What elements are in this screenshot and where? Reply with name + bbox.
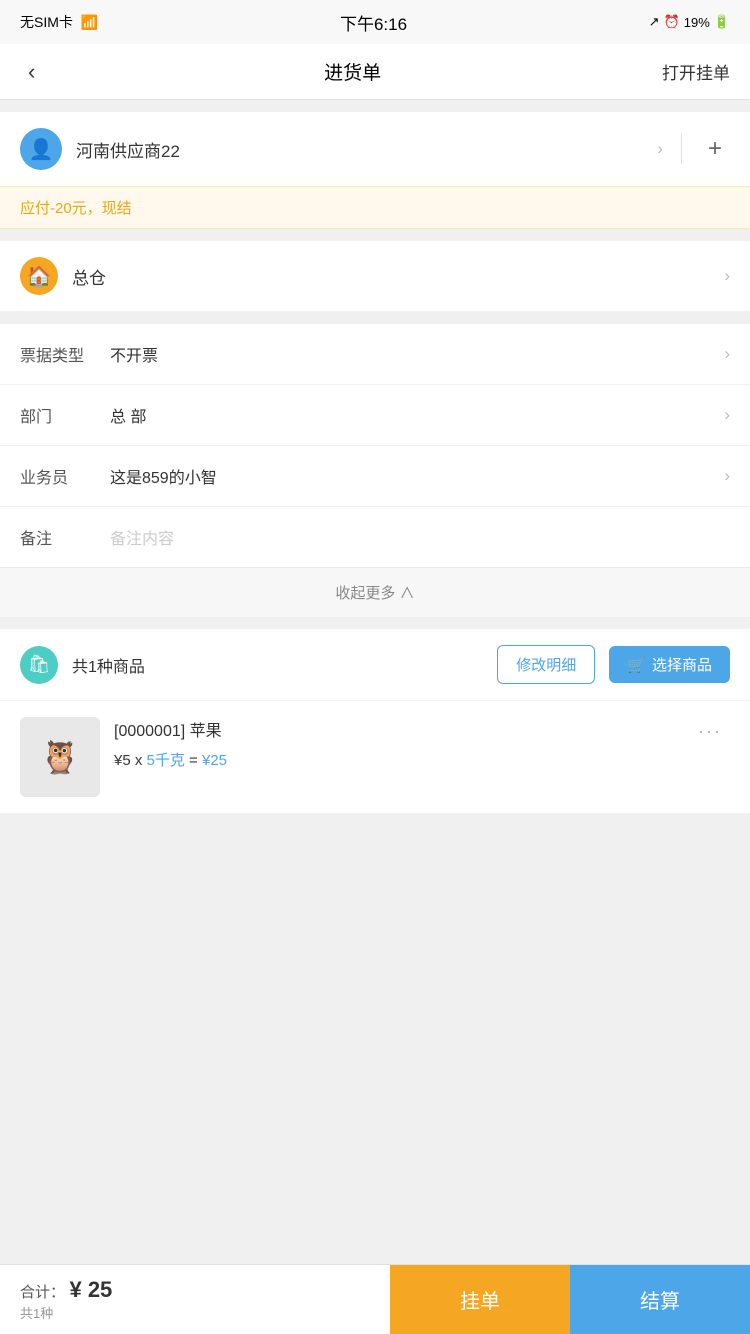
quantity: 5千克 <box>147 752 185 769</box>
dept-label: 部门 <box>20 403 110 427</box>
total-amount: ¥ 25 <box>69 1277 112 1302</box>
supplier-divider <box>681 134 682 164</box>
supplier-name: 河南供应商22 <box>76 137 657 162</box>
add-supplier-button[interactable]: + <box>700 131 730 167</box>
product-more-button[interactable]: ··· <box>690 717 730 746</box>
warehouse-row[interactable]: 🏠 总仓 › <box>0 241 750 311</box>
warehouse-icon: 🏠 <box>20 257 58 295</box>
sales-value: 这是859的小智 <box>110 464 724 488</box>
supplier-section: 👤 河南供应商22 › + 应付-20元，现结 <box>0 112 750 229</box>
alarm-icon: ⏰ <box>664 14 680 30</box>
product-item: 🦉 [0000001] 苹果 ¥5 x 5千克 = ¥25 ··· <box>0 700 750 813</box>
remark-row[interactable]: 备注 备注内容 <box>0 506 750 567</box>
unit-price: ¥5 <box>114 752 131 769</box>
supplier-icon: 👤 <box>29 137 54 162</box>
carrier-label: 无SIM卡 <box>20 12 73 32</box>
battery-label: 19% <box>684 15 710 30</box>
page-title: 进货单 <box>324 58 381 85</box>
dept-value: 总 部 <box>110 403 724 427</box>
supplier-avatar: 👤 <box>20 128 62 170</box>
remark-label: 备注 <box>20 525 110 549</box>
total-count-label: 共1种 <box>20 1303 370 1322</box>
bottom-bar: 合计： ¥ 25 共1种 挂单 结算 <box>0 1264 750 1334</box>
dept-chevron-icon: › <box>724 405 730 425</box>
product-price: ¥5 x 5千克 = ¥25 <box>114 749 690 770</box>
home-icon: 🏠 <box>27 264 52 289</box>
wifi-icon: 📶 <box>81 14 98 31</box>
supplier-row[interactable]: 👤 河南供应商22 › + <box>0 112 750 186</box>
location-icon: ↗ <box>649 14 660 30</box>
sales-row[interactable]: 业务员 这是859的小智 › <box>0 445 750 506</box>
collapse-bar[interactable]: 收起更多 ∧ <box>0 567 750 617</box>
remark-input[interactable]: 备注内容 <box>110 525 730 549</box>
warehouse-chevron-icon: › <box>724 266 730 286</box>
back-button[interactable]: ‹ <box>20 51 43 93</box>
status-time: 下午6:16 <box>340 10 407 35</box>
edit-detail-button[interactable]: 修改明细 <box>497 645 595 684</box>
battery-icon: 🔋 <box>714 14 730 30</box>
multiply-sign: x <box>135 752 147 769</box>
invoice-label: 票据类型 <box>20 342 110 366</box>
invoice-row[interactable]: 票据类型 不开票 › <box>0 323 750 384</box>
total-section: 合计： ¥ 25 共1种 <box>0 1277 390 1322</box>
equals-sign: = <box>189 752 202 769</box>
product-section: 🛍 共1种商品 修改明细 🛒 选择商品 🦉 [0000001] 苹果 ¥5 x … <box>0 629 750 813</box>
form-section: 票据类型 不开票 › 部门 总 部 › 业务员 这是859的小智 › 备注 备注… <box>0 323 750 617</box>
nav-bar: ‹ 进货单 打开挂单 <box>0 44 750 100</box>
warehouse-name: 总仓 <box>72 264 724 289</box>
checkout-button[interactable]: 结算 <box>570 1265 750 1334</box>
product-header: 🛍 共1种商品 修改明细 🛒 选择商品 <box>0 629 750 700</box>
product-name: [0000001] 苹果 <box>114 717 690 741</box>
open-hang-button[interactable]: 打开挂单 <box>662 59 730 84</box>
dept-row[interactable]: 部门 总 部 › <box>0 384 750 445</box>
product-info: [0000001] 苹果 ¥5 x 5千克 = ¥25 <box>114 717 690 770</box>
select-product-button[interactable]: 🛒 选择商品 <box>609 646 730 683</box>
invoice-value: 不开票 <box>110 342 724 366</box>
supplier-alert-banner: 应付-20元，现结 <box>0 186 750 229</box>
bottom-spacer <box>0 813 750 893</box>
sales-chevron-icon: › <box>724 466 730 486</box>
supplier-chevron-icon: › <box>657 139 663 159</box>
item-total: ¥25 <box>202 752 227 769</box>
product-thumbnail: 🦉 <box>20 717 100 797</box>
product-thumb-icon: 🦉 <box>40 738 80 776</box>
status-bar: 无SIM卡 📶 下午6:16 ↗ ⏰ 19% 🔋 <box>0 0 750 44</box>
total-label: 合计： <box>20 1284 65 1301</box>
hang-button[interactable]: 挂单 <box>390 1265 570 1334</box>
product-count-label: 共1种商品 <box>72 653 483 677</box>
top-divider <box>0 100 750 112</box>
product-bag-icon: 🛍 <box>20 646 58 684</box>
status-left: 无SIM卡 📶 <box>20 12 98 32</box>
status-right: ↗ ⏰ 19% 🔋 <box>649 14 730 30</box>
warehouse-section: 🏠 总仓 › <box>0 241 750 311</box>
invoice-chevron-icon: › <box>724 344 730 364</box>
cart-icon: 🛒 <box>627 656 646 674</box>
sales-label: 业务员 <box>20 464 110 488</box>
